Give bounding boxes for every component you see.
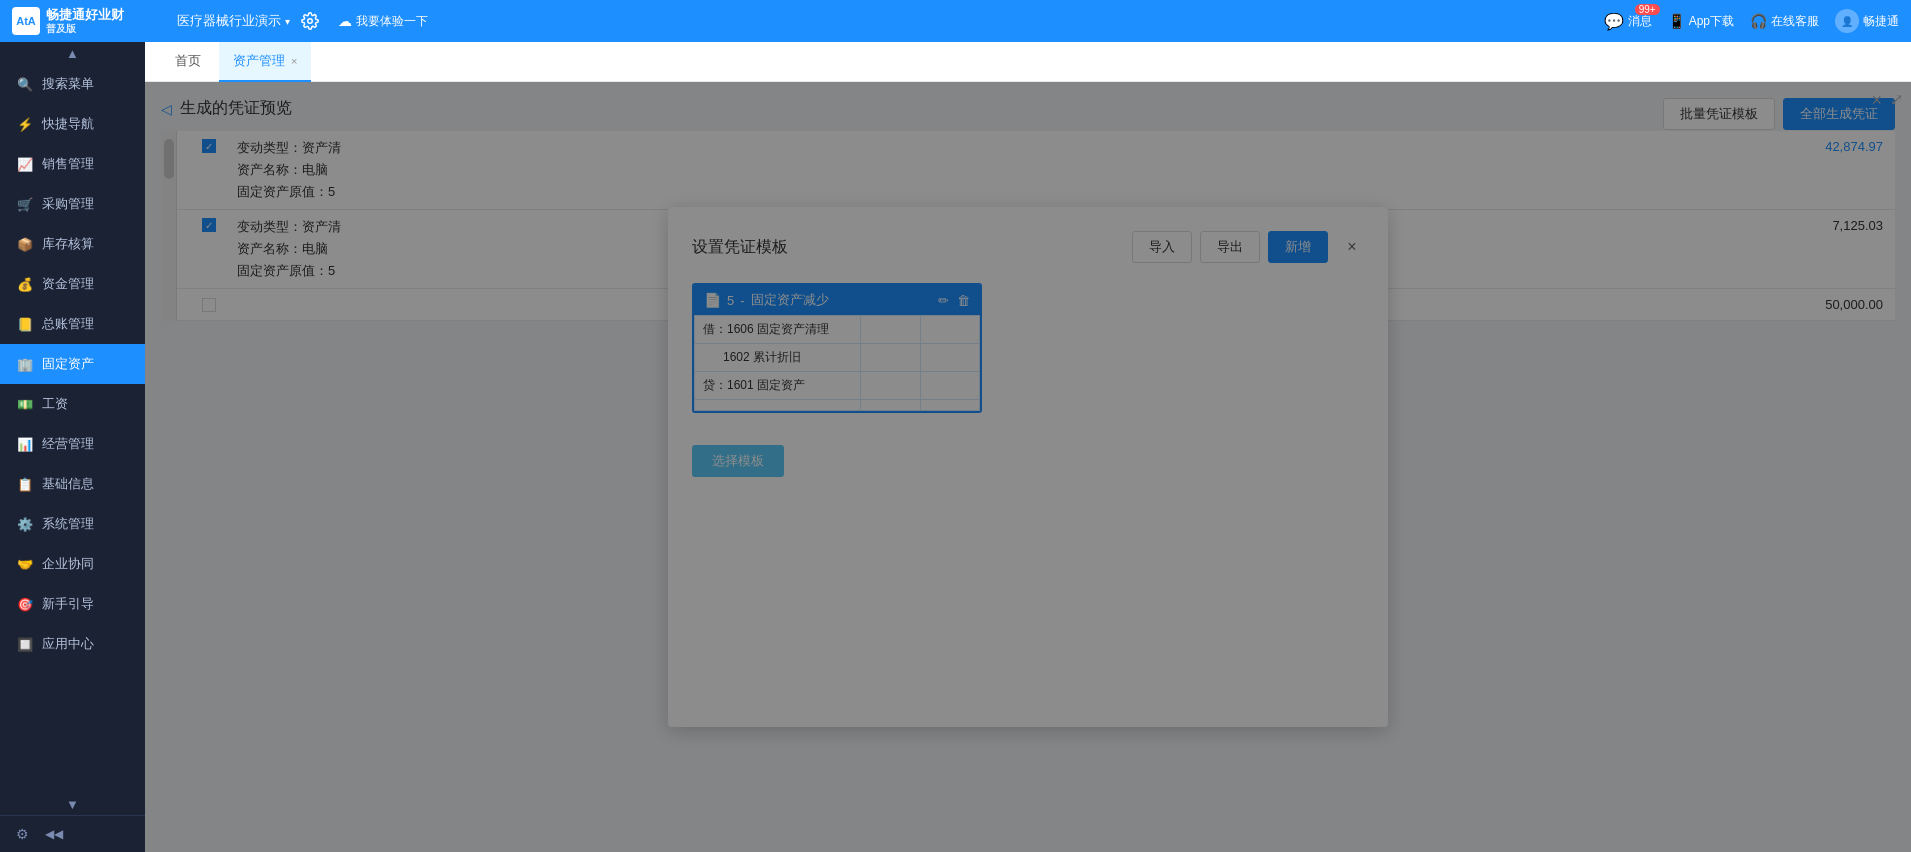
content-area: 首页 资产管理 × ◁ 生成的凭证预览 批量凭证模板: [145, 42, 1911, 852]
sidebar-item-system[interactable]: ⚙️ 系统管理: [0, 504, 145, 544]
logo-main: 畅捷通好业财: [46, 7, 124, 23]
sidebar-item-ledger[interactable]: 📒 总账管理: [0, 304, 145, 344]
sidebar-item-inventory[interactable]: 📦 库存核算: [0, 224, 145, 264]
app-center-icon: 🔲: [16, 635, 34, 653]
sidebar-item-purchase[interactable]: 🛒 采购管理: [0, 184, 145, 224]
sidebar-item-label: 搜索菜单: [42, 75, 94, 93]
sidebar-scroll: 🔍 搜索菜单 ⚡ 快捷导航 📈 销售管理 🛒 采购管理 📦 库存核算: [0, 64, 145, 793]
sidebar-scroll-down[interactable]: ▼: [0, 793, 145, 815]
close-window-button[interactable]: ×: [1871, 90, 1882, 111]
sidebar-item-label: 系统管理: [42, 515, 94, 533]
user-name: 畅捷通: [1863, 13, 1899, 30]
maximize-window-button[interactable]: ⤢: [1890, 90, 1903, 111]
app-logo: AtA 畅捷通好业财 普及版: [12, 7, 157, 35]
top-bar-right: 💬 消息 99+ 📱 App下载 🎧 在线客服 👤 畅捷通: [1604, 9, 1899, 33]
app-download-action[interactable]: 📱 App下载: [1668, 13, 1734, 30]
operations-icon: 📊: [16, 435, 34, 453]
sidebar-item-label: 资金管理: [42, 275, 94, 293]
logo-icon: AtA: [12, 7, 40, 35]
sidebar-item-label: 固定资产: [42, 355, 94, 373]
avatar: 👤: [1835, 9, 1859, 33]
sidebar-item-label: 经营管理: [42, 435, 94, 453]
sidebar-settings-icon[interactable]: ⚙: [16, 826, 29, 842]
sidebar-item-quick-nav[interactable]: ⚡ 快捷导航: [0, 104, 145, 144]
sidebar-scroll-up[interactable]: ▲: [0, 42, 145, 64]
sidebar-item-app-center[interactable]: 🔲 应用中心: [0, 624, 145, 664]
purchase-icon: 🛒: [16, 195, 34, 213]
sidebar-item-sales[interactable]: 📈 销售管理: [0, 144, 145, 184]
tab-close-icon[interactable]: ×: [291, 55, 297, 67]
page-content: ◁ 生成的凭证预览 批量凭证模板 全部生成凭证: [145, 82, 1911, 852]
top-bar-center: 医疗器械行业演示 ▾ ☁ 我要体验一下: [157, 7, 1604, 35]
overlay: [145, 82, 1911, 852]
sidebar-item-label: 采购管理: [42, 195, 94, 213]
company-name: 医疗器械行业演示: [177, 12, 281, 30]
capital-icon: 💰: [16, 275, 34, 293]
sidebar-item-enterprise[interactable]: 🤝 企业协同: [0, 544, 145, 584]
payroll-icon: 💵: [16, 395, 34, 413]
tab-asset-mgmt-label: 资产管理: [233, 52, 285, 70]
chevron-down-icon: ▾: [285, 16, 290, 27]
fixed-assets-icon: 🏢: [16, 355, 34, 373]
guide-icon: 🎯: [16, 595, 34, 613]
sidebar-item-label: 应用中心: [42, 635, 94, 653]
sidebar-item-fixed-assets[interactable]: 🏢 固定资产: [0, 344, 145, 384]
logo-text: 畅捷通好业财 普及版: [46, 7, 124, 35]
ledger-icon: 📒: [16, 315, 34, 333]
modal-backdrop: 设置凭证模板 导入 导出 新增 ×: [145, 82, 1911, 852]
search-icon: 🔍: [16, 75, 34, 93]
logo-icon-text: AtA: [16, 15, 36, 27]
tab-home-label: 首页: [175, 52, 201, 70]
sidebar-collapse-icon[interactable]: ◀◀: [45, 827, 63, 841]
sidebar-item-basic-info[interactable]: 📋 基础信息: [0, 464, 145, 504]
company-selector[interactable]: 医疗器械行业演示 ▾: [177, 12, 290, 30]
user-action[interactable]: 👤 畅捷通: [1835, 9, 1899, 33]
window-controls: × ⤢: [1871, 90, 1903, 111]
sidebar-item-payroll[interactable]: 💵 工资: [0, 384, 145, 424]
svg-point-0: [308, 19, 313, 24]
sidebar-item-operations[interactable]: 📊 经营管理: [0, 424, 145, 464]
sidebar-item-label: 总账管理: [42, 315, 94, 333]
tab-asset-mgmt[interactable]: 资产管理 ×: [219, 42, 311, 82]
messages-label: 消息: [1628, 13, 1652, 30]
sidebar-item-label: 工资: [42, 395, 68, 413]
sidebar-item-capital[interactable]: 💰 资金管理: [0, 264, 145, 304]
system-icon: ⚙️: [16, 515, 34, 533]
sidebar-item-label: 快捷导航: [42, 115, 94, 133]
messages-action[interactable]: 💬 消息 99+: [1604, 12, 1652, 31]
quick-nav-icon: ⚡: [16, 115, 34, 133]
experience-label: 我要体验一下: [356, 13, 428, 30]
logo-sub: 普及版: [46, 23, 124, 35]
app-download-label: App下载: [1689, 13, 1734, 30]
tab-bar: 首页 资产管理 ×: [145, 42, 1911, 82]
sidebar-bottom: ⚙ ◀◀: [0, 815, 145, 852]
experience-button[interactable]: ☁ 我要体验一下: [330, 13, 436, 30]
sidebar-item-label: 基础信息: [42, 475, 94, 493]
online-service-action[interactable]: 🎧 在线客服: [1750, 13, 1819, 30]
tab-home[interactable]: 首页: [161, 42, 215, 82]
sales-icon: 📈: [16, 155, 34, 173]
sidebar-item-guide[interactable]: 🎯 新手引导: [0, 584, 145, 624]
online-service-label: 在线客服: [1771, 13, 1819, 30]
sidebar-item-search[interactable]: 🔍 搜索菜单: [0, 64, 145, 104]
sidebar-item-label: 库存核算: [42, 235, 94, 253]
sidebar-item-label: 新手引导: [42, 595, 94, 613]
enterprise-icon: 🤝: [16, 555, 34, 573]
sidebar-item-label: 企业协同: [42, 555, 94, 573]
top-bar: AtA 畅捷通好业财 普及版 医疗器械行业演示 ▾ ☁ 我要体验一下 💬: [0, 0, 1911, 42]
sidebar: ▲ 🔍 搜索菜单 ⚡ 快捷导航 📈 销售管理 🛒 采购管理: [0, 42, 145, 852]
settings-icon[interactable]: [296, 7, 324, 35]
basic-info-icon: 📋: [16, 475, 34, 493]
inventory-icon: 📦: [16, 235, 34, 253]
messages-badge: 99+: [1635, 4, 1660, 15]
sidebar-item-label: 销售管理: [42, 155, 94, 173]
